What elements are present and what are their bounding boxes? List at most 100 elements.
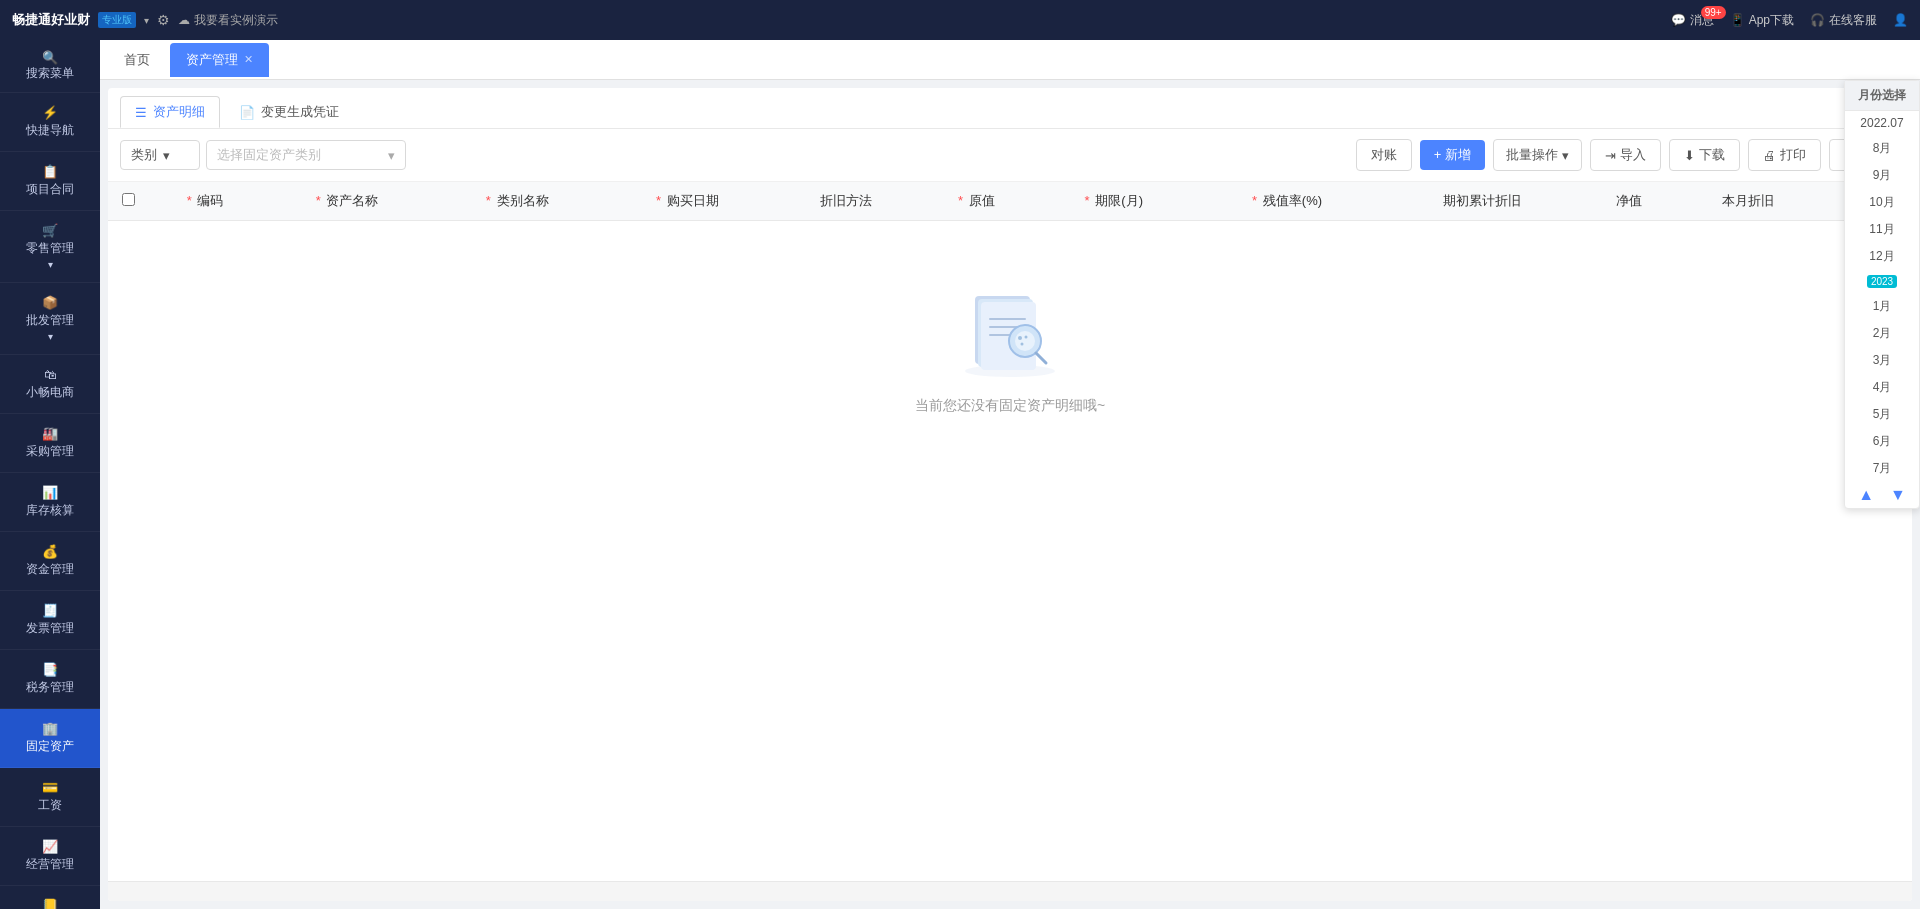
sidebar-item-operations-mgmt[interactable]: 📈 经营管理 (0, 827, 100, 886)
asset-detail-label: 资产明细 (153, 103, 205, 121)
project-contract-label: 项目合同 (26, 181, 74, 198)
col-period: * 期限(月) (1033, 182, 1194, 221)
sidebar-item-fixed-assets[interactable]: 🏢 固定资产 (0, 709, 100, 768)
ecommerce-label: 小畅电商 (26, 384, 74, 401)
sidebar-item-tax-mgmt[interactable]: 📑 税务管理 (0, 650, 100, 709)
category-input[interactable]: 选择固定资产类别 ▾ (206, 140, 406, 170)
col-code: * 编码 (148, 182, 262, 221)
content-area: 首页 资产管理 ✕ ☰ 资产明细 📄 变更生成凭证 (100, 40, 1920, 909)
sidebar: 🔍 搜索菜单 ⚡ 快捷导航 📋 项目合同 🛒 零售管理 ▾ 📦 批发管理 ▾ 🛍… (0, 40, 100, 909)
month-2022-07[interactable]: 2022.07 (1845, 111, 1919, 135)
sidebar-item-project-contract[interactable]: 📋 项目合同 (0, 152, 100, 211)
category-label: 类别 (131, 146, 157, 164)
month-2023-04[interactable]: 4月 (1845, 374, 1919, 401)
batch-button[interactable]: 批量操作 ▾ (1493, 139, 1582, 171)
add-button[interactable]: + 新增 (1420, 140, 1485, 170)
sidebar-item-quick-nav[interactable]: ⚡ 快捷导航 (0, 93, 100, 152)
salary-icon: 💳 (42, 780, 58, 795)
col-net-value: 净值 (1583, 182, 1674, 221)
col-residual-rate: * 残值率(%) (1194, 182, 1380, 221)
category-select-box[interactable]: 类别 ▾ (120, 140, 200, 170)
sub-tab-asset-detail[interactable]: ☰ 资产明细 (120, 96, 220, 128)
month-2022-08[interactable]: 8月 (1845, 135, 1919, 162)
col-original-value: * 原值 (919, 182, 1033, 221)
sidebar-item-invoice-mgmt[interactable]: 🧾 发票管理 (0, 591, 100, 650)
app-info: 畅捷通好业财 专业版 ▾ ⚙ ☁ 我要看实例演示 (12, 11, 278, 29)
tab-close-icon[interactable]: ✕ (244, 53, 253, 66)
col-name: * 资产名称 (262, 182, 432, 221)
phone-icon: 📱 (1730, 13, 1745, 27)
asset-detail-icon: ☰ (135, 105, 147, 120)
month-2022-09[interactable]: 9月 (1845, 162, 1919, 189)
sidebar-item-fund-mgmt[interactable]: 💰 资金管理 (0, 532, 100, 591)
app-download-button[interactable]: 📱 App下载 (1730, 12, 1794, 29)
sidebar-item-search-menu[interactable]: 🔍 搜索菜单 (0, 40, 100, 93)
sidebar-item-retail-mgmt[interactable]: 🛒 零售管理 ▾ (0, 211, 100, 283)
month-nav-up[interactable]: ▲ (1858, 486, 1874, 504)
svg-point-10 (1018, 336, 1022, 340)
inner-content: ☰ 资产明细 📄 变更生成凭证 类别 ▾ (108, 88, 1912, 901)
sidebar-item-purchase-mgmt[interactable]: 🏭 采购管理 (0, 414, 100, 473)
purchase-mgmt-label: 采购管理 (26, 443, 74, 460)
inventory-icon: 📊 (42, 485, 58, 500)
print-button[interactable]: 🖨 打印 (1748, 139, 1821, 171)
tax-mgmt-label: 税务管理 (26, 679, 74, 696)
batch-mgmt-label: 批发管理 (26, 312, 74, 329)
tax-icon: 📑 (42, 662, 58, 677)
month-2023-06[interactable]: 6月 (1845, 428, 1919, 455)
tab-asset-mgmt[interactable]: 资产管理 ✕ (170, 43, 269, 77)
messages-button[interactable]: 💬 消息 99+ (1671, 12, 1713, 29)
demo-icon: ☁ (178, 13, 190, 27)
search-icon: 🔍 (8, 50, 92, 65)
settings-icon[interactable]: ⚙ (157, 12, 170, 28)
sidebar-item-general-ledger[interactable]: 📒 总账管理 (0, 886, 100, 909)
month-2023-01[interactable]: 1月 (1845, 293, 1919, 320)
month-nav: ▲ ▼ (1845, 482, 1919, 508)
change-voucher-icon: 📄 (239, 105, 255, 120)
retail-mgmt-label: 零售管理 (26, 240, 74, 257)
app-name: 畅捷通好业财 (12, 11, 90, 29)
user-avatar[interactable]: 👤 (1893, 13, 1908, 27)
category-input-arrow: ▾ (388, 148, 395, 163)
empty-message: 当前您还没有固定资产明细哦~ (915, 397, 1105, 415)
table-container: * 编码 * 资产名称 * 类别名称 (108, 182, 1912, 881)
company-dropdown-arrow[interactable]: ▾ (144, 15, 149, 26)
retail-icon: 🛒 (42, 223, 58, 238)
fund-mgmt-label: 资金管理 (26, 561, 74, 578)
app-subtitle: 专业版 (98, 12, 136, 28)
col-monthly-depreciation: 本月折旧 (1674, 182, 1821, 221)
online-service-button[interactable]: 🎧 在线客服 (1810, 12, 1877, 29)
message-icon: 💬 (1671, 13, 1686, 27)
month-nav-down[interactable]: ▼ (1890, 486, 1906, 504)
month-2023-07[interactable]: 7月 (1845, 455, 1919, 482)
month-2023-02[interactable]: 2月 (1845, 320, 1919, 347)
message-badge: 99+ (1701, 6, 1726, 19)
toolbar-left: 类别 ▾ 选择固定资产类别 ▾ (120, 140, 1346, 170)
month-2022-11[interactable]: 11月 (1845, 216, 1919, 243)
tab-bar: 首页 资产管理 ✕ (100, 40, 1920, 80)
month-2022-10[interactable]: 10月 (1845, 189, 1919, 216)
col-depreciation-method: 折旧方法 (772, 182, 919, 221)
top-bar: 畅捷通好业财 专业版 ▾ ⚙ ☁ 我要看实例演示 💬 消息 99+ 📱 App下… (0, 0, 1920, 40)
sidebar-item-batch-mgmt[interactable]: 📦 批发管理 ▾ (0, 283, 100, 355)
select-all-checkbox[interactable] (122, 193, 135, 206)
demo-link[interactable]: ☁ 我要看实例演示 (178, 12, 278, 29)
tab-home[interactable]: 首页 (108, 43, 166, 77)
invoice-icon: 🧾 (42, 603, 58, 618)
empty-illustration (950, 281, 1070, 381)
sidebar-item-salary[interactable]: 💳 工资 (0, 768, 100, 827)
svg-point-8 (1015, 331, 1035, 351)
month-2022-12[interactable]: 12月 (1845, 243, 1919, 270)
sub-tab-change-voucher[interactable]: 📄 变更生成凭证 (224, 96, 354, 128)
reconcile-button[interactable]: 对账 (1356, 139, 1412, 171)
download-button[interactable]: ⬇ 下载 (1669, 139, 1740, 171)
category-filter: 类别 ▾ 选择固定资产类别 ▾ (120, 140, 406, 170)
sidebar-item-ecommerce[interactable]: 🛍 小畅电商 (0, 355, 100, 414)
import-button[interactable]: ⇥ 导入 (1590, 139, 1661, 171)
batch-arrow-icon: ▾ (1562, 148, 1569, 163)
batch-arrow-icon: ▾ (48, 331, 53, 342)
search-menu-label: 搜索菜单 (8, 65, 92, 82)
month-2023-05[interactable]: 5月 (1845, 401, 1919, 428)
sidebar-item-inventory[interactable]: 📊 库存核算 (0, 473, 100, 532)
month-2023-03[interactable]: 3月 (1845, 347, 1919, 374)
